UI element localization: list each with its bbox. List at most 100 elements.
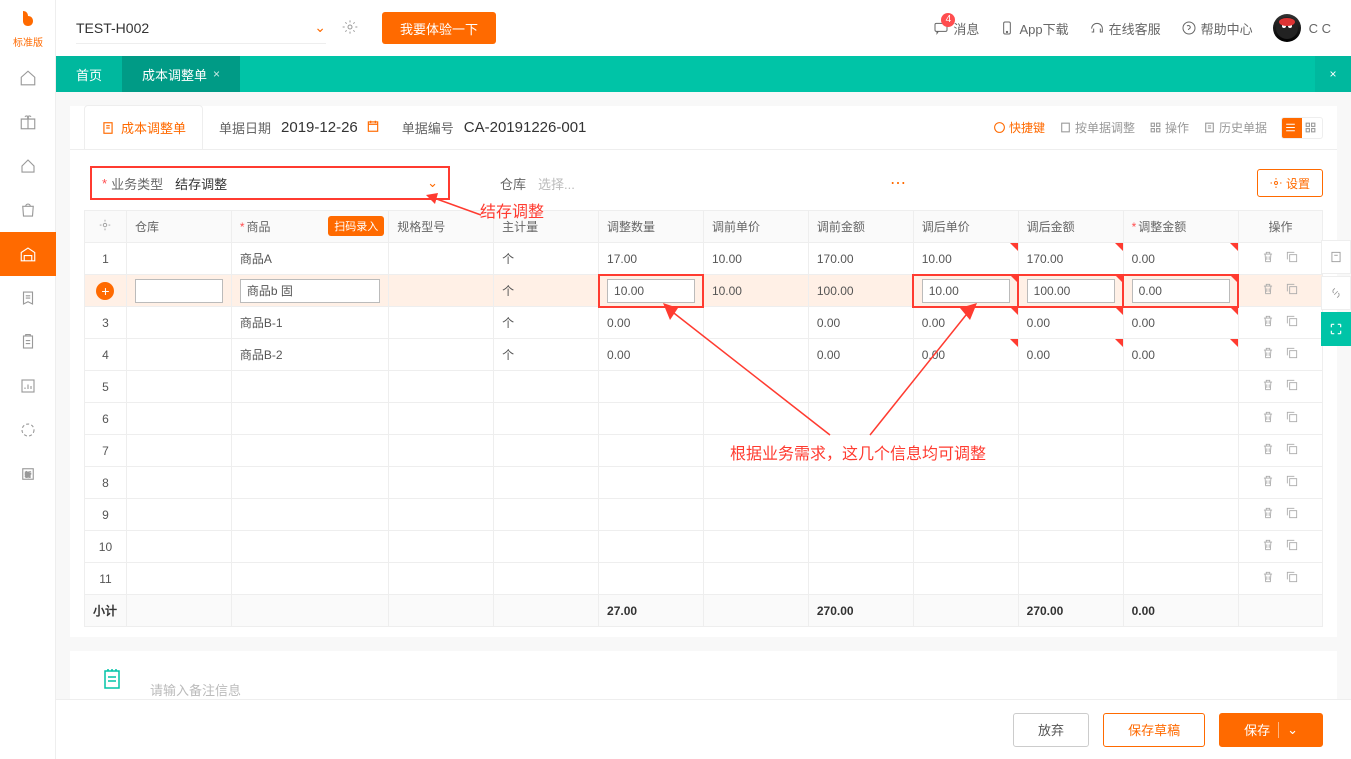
copy-icon[interactable] — [1285, 538, 1299, 552]
delete-icon[interactable] — [1261, 346, 1275, 360]
history-link[interactable]: 历史单据 — [1203, 119, 1267, 136]
th-gear[interactable] — [85, 211, 127, 243]
avatar[interactable] — [1273, 14, 1301, 42]
table-row[interactable]: 4商品B-2个0.000.000.000.000.00 — [85, 339, 1323, 371]
th-price-after: 调后单价 — [913, 211, 1018, 243]
rail-home[interactable] — [0, 56, 56, 100]
delete-icon[interactable] — [1261, 474, 1275, 488]
delete-icon[interactable] — [1261, 410, 1275, 424]
save-button[interactable]: 保存⌄ — [1219, 713, 1323, 747]
settings-button[interactable]: 设置 — [1257, 169, 1323, 197]
rail-bag[interactable] — [0, 188, 56, 232]
operation-link[interactable]: 操作 — [1149, 119, 1189, 136]
table-row[interactable]: 3商品B-1个0.000.000.000.000.00 — [85, 307, 1323, 339]
rail-link[interactable] — [1321, 276, 1351, 310]
add-row-button[interactable]: + — [96, 282, 114, 300]
table-wrap: 仓库 *商品扫码录入 规格型号 主计量 调整数量 调前单价 调前金额 调后单价 … — [70, 210, 1337, 637]
doc-date-field[interactable]: 单据日期 2019-12-26 — [219, 118, 380, 137]
copy-icon[interactable] — [1285, 378, 1299, 392]
tab-strip: 首页 成本调整单× × — [56, 56, 1351, 92]
rail-up[interactable] — [0, 144, 56, 188]
rail-loading[interactable] — [0, 408, 56, 452]
calendar-icon[interactable] — [366, 119, 380, 136]
table-row[interactable]: 10 — [85, 531, 1323, 563]
table-row[interactable]: +商品b 固个10.0010.00100.0010.00100.000.00 — [85, 275, 1323, 307]
table-row[interactable]: 8 — [85, 467, 1323, 499]
subtotal-amt-after: 270.00 — [1018, 595, 1123, 627]
delete-icon[interactable] — [1261, 506, 1275, 520]
gear-icon[interactable] — [342, 19, 358, 38]
table-row[interactable]: 7 — [85, 435, 1323, 467]
copy-icon[interactable] — [1285, 442, 1299, 456]
delete-icon[interactable] — [1261, 378, 1275, 392]
tab-home[interactable]: 首页 — [56, 56, 122, 92]
rail-clipboard[interactable] — [0, 320, 56, 364]
table-header: 仓库 *商品扫码录入 规格型号 主计量 调整数量 调前单价 调前金额 调后单价 … — [85, 211, 1323, 243]
support-link[interactable]: 在线客服 — [1089, 19, 1161, 38]
rail-expand[interactable] — [1321, 312, 1351, 346]
rail-money[interactable] — [0, 276, 56, 320]
copy-icon[interactable] — [1285, 410, 1299, 424]
table-row[interactable]: 6 — [85, 403, 1323, 435]
table-row[interactable]: 9 — [85, 499, 1323, 531]
messages-link[interactable]: 4 消息 — [933, 19, 979, 38]
biz-type-value: 结存调整 — [175, 174, 227, 193]
delete-icon[interactable] — [1261, 442, 1275, 456]
warehouse-select[interactable]: 仓库 选择... — [490, 166, 770, 200]
close-icon[interactable]: × — [213, 67, 220, 81]
table-row[interactable]: 1商品A个17.0010.00170.0010.00170.000.00 — [85, 243, 1323, 275]
scan-input-btn[interactable]: 扫码录入 — [328, 216, 384, 236]
th-adj-amt: *调整金额 — [1123, 211, 1238, 243]
app-download-link[interactable]: App下载 — [999, 19, 1068, 38]
copy-icon[interactable] — [1285, 570, 1299, 584]
filter-row: * 业务类型 结存调整 ⌄ 仓库 选择... ⋯ 设置 结存调整 — [70, 150, 1337, 210]
copy-icon[interactable] — [1285, 250, 1299, 264]
help-label: 帮助中心 — [1201, 19, 1253, 38]
hotkey-link[interactable]: 快捷键 — [993, 119, 1045, 136]
subtotal-row: 小计 27.00 270.00 270.00 0.00 — [85, 595, 1323, 627]
discard-button[interactable]: 放弃 — [1013, 713, 1089, 747]
phone-icon — [999, 20, 1015, 36]
subtotal-label: 小计 — [85, 595, 127, 627]
copy-icon[interactable] — [1285, 506, 1299, 520]
table-row[interactable]: 5 — [85, 371, 1323, 403]
rail-new[interactable]: 新 — [0, 452, 56, 496]
by-order-link[interactable]: 按单据调整 — [1059, 119, 1135, 136]
draft-button[interactable]: 保存草稿 — [1103, 713, 1205, 747]
store-selector[interactable]: TEST-H002 ⌄ — [76, 12, 326, 44]
logo-icon — [16, 8, 40, 32]
view-grid[interactable] — [1302, 118, 1322, 138]
copy-icon[interactable] — [1285, 346, 1299, 360]
delete-icon[interactable] — [1261, 538, 1275, 552]
table-row[interactable]: 11 — [85, 563, 1323, 595]
document-icon — [101, 121, 115, 135]
biz-type-select[interactable]: * 业务类型 结存调整 ⌄ — [90, 166, 450, 200]
help-link[interactable]: 帮助中心 — [1181, 19, 1253, 38]
copy-icon[interactable] — [1285, 314, 1299, 328]
rail-note[interactable] — [1321, 240, 1351, 274]
th-product: *商品扫码录入 — [231, 211, 388, 243]
copy-icon[interactable] — [1285, 282, 1299, 296]
rail-gift[interactable] — [0, 100, 56, 144]
rail-report[interactable] — [0, 364, 56, 408]
th-op: 操作 — [1238, 211, 1322, 243]
view-list[interactable] — [1282, 118, 1302, 138]
doc-actions: 快捷键 按单据调整 操作 历史单据 — [993, 117, 1323, 139]
rail-warehouse[interactable] — [0, 232, 56, 276]
try-button[interactable]: 我要体验一下 — [382, 12, 496, 44]
chevron-down-icon: ⌄ — [314, 19, 326, 36]
delete-icon[interactable] — [1261, 570, 1275, 584]
delete-icon[interactable] — [1261, 282, 1275, 296]
support-label: 在线客服 — [1109, 19, 1161, 38]
copy-icon[interactable] — [1285, 474, 1299, 488]
left-rail: 标准版 新 — [0, 0, 56, 759]
close-all-button[interactable]: × — [1315, 56, 1351, 92]
more-filters[interactable]: ⋯ — [890, 173, 908, 193]
app-download-label: App下载 — [1019, 19, 1068, 38]
delete-icon[interactable] — [1261, 314, 1275, 328]
message-badge: 4 — [941, 13, 955, 27]
th-uom: 主计量 — [494, 211, 599, 243]
delete-icon[interactable] — [1261, 250, 1275, 264]
tab-cost-adjust[interactable]: 成本调整单× — [122, 56, 240, 92]
remark-input[interactable] — [150, 683, 1321, 698]
